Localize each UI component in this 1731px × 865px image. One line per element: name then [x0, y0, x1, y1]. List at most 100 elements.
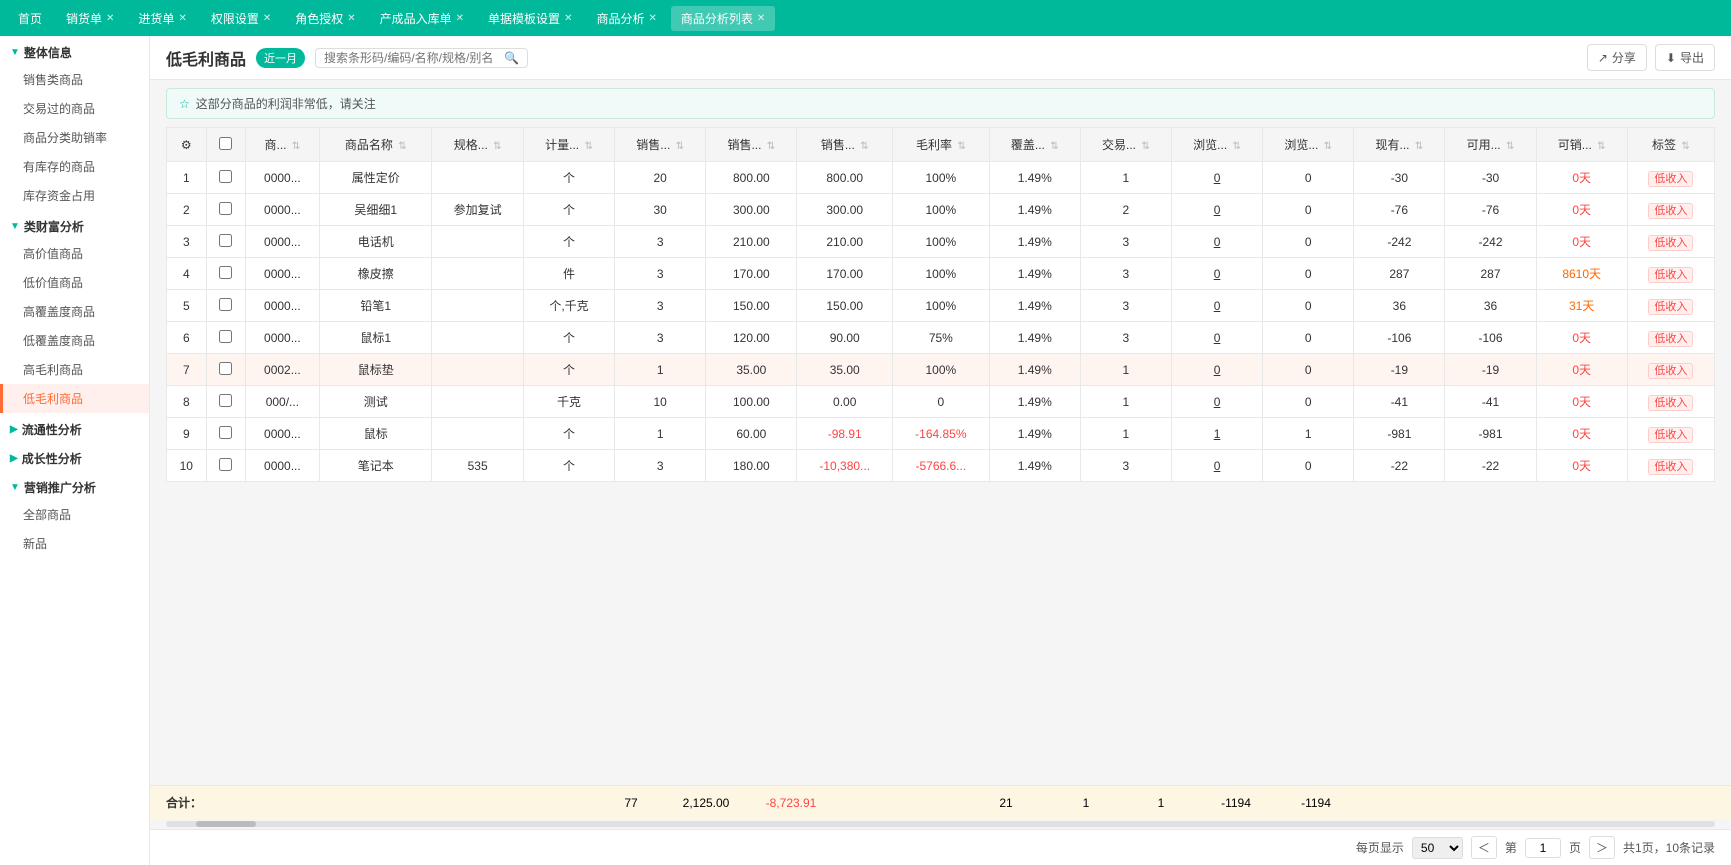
col-coverage[interactable]: 覆盖... ⇅ [989, 128, 1080, 162]
cell-transaction: 2 [1080, 194, 1171, 226]
sidebar-item-low-value[interactable]: 低价值商品 [0, 268, 149, 297]
cell-checkbox[interactable] [206, 354, 245, 386]
sidebar-section-marketing[interactable]: ▼ 营销推广分析 [0, 471, 149, 500]
cell-checkbox[interactable] [206, 450, 245, 482]
share-button[interactable]: ↗ 分享 [1587, 44, 1647, 71]
sidebar-section-wealth[interactable]: ▼ 类财富分析 [0, 210, 149, 239]
per-page-select[interactable]: 50 100 [1412, 837, 1463, 859]
cell-browse1[interactable]: 0 [1171, 226, 1262, 258]
col-checkbox[interactable] [206, 128, 245, 162]
col-spec[interactable]: 规格... ⇅ [432, 128, 524, 162]
cell-checkbox[interactable] [206, 162, 245, 194]
col-browse2[interactable]: 浏览... ⇅ [1263, 128, 1354, 162]
cell-checkbox[interactable] [206, 194, 245, 226]
cell-name: 鼠标1 [320, 322, 432, 354]
cell-code: 0000... [245, 450, 320, 482]
nav-role-auth-close[interactable]: ✕ [347, 13, 355, 24]
sidebar-item-all-goods[interactable]: 全部商品 [0, 500, 149, 529]
cell-checkbox[interactable] [206, 226, 245, 258]
nav-purchase-close[interactable]: ✕ [178, 13, 186, 24]
sidebar-section-growth[interactable]: ▶ 成长性分析 [0, 442, 149, 471]
sidebar-item-high-value[interactable]: 高价值商品 [0, 239, 149, 268]
next-page-button[interactable]: ＞ [1589, 836, 1615, 859]
sidebar-item-low-coverage[interactable]: 低覆盖度商品 [0, 326, 149, 355]
nav-sales[interactable]: 销货单 ✕ [56, 6, 124, 31]
cell-code: 0000... [245, 194, 320, 226]
cell-gross-margin: 100% [893, 226, 990, 258]
col-unit[interactable]: 计量... ⇅ [523, 128, 614, 162]
date-badge[interactable]: 近一月 [256, 48, 305, 68]
cell-checkbox[interactable] [206, 418, 245, 450]
sidebar-item-category-rate[interactable]: 商品分类助销率 [0, 123, 149, 152]
cell-browse1[interactable]: 0 [1171, 258, 1262, 290]
nav-permissions[interactable]: 权限设置 ✕ [201, 6, 281, 31]
col-settings[interactable]: ⚙ [167, 128, 207, 162]
sidebar-section-liquidity[interactable]: ▶ 流通性分析 [0, 413, 149, 442]
cell-browse1[interactable]: 0 [1171, 290, 1262, 322]
sidebar-item-high-margin[interactable]: 高毛利商品 [0, 355, 149, 384]
page-input[interactable] [1525, 838, 1561, 858]
cell-browse2: 0 [1263, 354, 1354, 386]
cell-browse1[interactable]: 1 [1171, 418, 1262, 450]
page-header: 低毛利商品 近一月 🔍 ↗ 分享 ⬇ 导出 [150, 36, 1731, 80]
col-sale-qty[interactable]: 销售... ⇅ [615, 128, 706, 162]
nav-analysis-list-close[interactable]: ✕ [757, 13, 765, 24]
sidebar-item-in-stock[interactable]: 有库存的商品 [0, 152, 149, 181]
cell-checkbox[interactable] [206, 386, 245, 418]
col-browse1[interactable]: 浏览... ⇅ [1171, 128, 1262, 162]
nav-sales-close[interactable]: ✕ [106, 13, 114, 24]
col-available[interactable]: 可用... ⇅ [1445, 128, 1536, 162]
cell-coverage: 1.49% [989, 450, 1080, 482]
nav-product-entry[interactable]: 产成品入库单 ✕ [370, 6, 474, 31]
nav-purchase[interactable]: 进货单 ✕ [128, 6, 196, 31]
select-all-checkbox[interactable] [219, 137, 232, 150]
cell-browse1[interactable]: 0 [1171, 354, 1262, 386]
col-gross-margin[interactable]: 毛利率 ⇅ [893, 128, 990, 162]
total-sale-qty: 77 [596, 796, 666, 810]
sidebar-item-inventory-funds[interactable]: 库存资金占用 [0, 181, 149, 210]
search-icon[interactable]: 🔍 [504, 51, 519, 65]
horizontal-scrollbar[interactable] [150, 819, 1731, 829]
cell-tag: 低收入 [1627, 354, 1714, 386]
cell-checkbox[interactable] [206, 258, 245, 290]
cell-checkbox[interactable] [206, 290, 245, 322]
scrollbar-thumb[interactable] [196, 821, 256, 827]
sidebar-item-new-goods[interactable]: 新品 [0, 529, 149, 558]
nav-template-close[interactable]: ✕ [564, 13, 572, 24]
col-sale-amount[interactable]: 销售... ⇅ [797, 128, 893, 162]
nav-permissions-close[interactable]: ✕ [263, 13, 271, 24]
col-sale-price[interactable]: 销售... ⇅ [706, 128, 797, 162]
nav-role-auth[interactable]: 角色授权 ✕ [285, 6, 365, 31]
cell-unit: 个,千克 [523, 290, 614, 322]
col-tag[interactable]: 标签 ⇅ [1627, 128, 1714, 162]
cell-browse1[interactable]: 0 [1171, 194, 1262, 226]
cell-browse1[interactable]: 0 [1171, 322, 1262, 354]
scrollbar-track [166, 821, 1715, 827]
sidebar-section-overall[interactable]: ▼ 整体信息 [0, 36, 149, 65]
col-current[interactable]: 现有... ⇅ [1354, 128, 1445, 162]
col-code[interactable]: 商... ⇅ [245, 128, 320, 162]
per-page-label: 每页显示 [1356, 839, 1404, 856]
sidebar-item-sales-goods[interactable]: 销售类商品 [0, 65, 149, 94]
nav-product-entry-close[interactable]: ✕ [456, 13, 464, 24]
search-input[interactable] [324, 51, 504, 65]
tag-badge: 低收入 [1648, 235, 1693, 251]
export-button[interactable]: ⬇ 导出 [1655, 44, 1715, 71]
cell-browse1[interactable]: 0 [1171, 162, 1262, 194]
nav-analysis-list[interactable]: 商品分析列表 ✕ [671, 6, 775, 31]
cell-browse1[interactable]: 0 [1171, 450, 1262, 482]
col-transaction[interactable]: 交易... ⇅ [1080, 128, 1171, 162]
sidebar-item-low-margin[interactable]: 低毛利商品 [0, 384, 149, 413]
nav-product-analysis-close[interactable]: ✕ [648, 13, 656, 24]
sidebar-item-high-coverage[interactable]: 高覆盖度商品 [0, 297, 149, 326]
cell-browse1[interactable]: 0 [1171, 386, 1262, 418]
nav-product-analysis[interactable]: 商品分析 ✕ [586, 6, 666, 31]
nav-template-settings[interactable]: 单据模板设置 ✕ [478, 6, 582, 31]
cell-checkbox[interactable] [206, 322, 245, 354]
col-name[interactable]: 商品名称 ⇅ [320, 128, 432, 162]
cell-sale-amount: 300.00 [797, 194, 893, 226]
prev-page-button[interactable]: ＜ [1471, 836, 1497, 859]
col-saleable[interactable]: 可销... ⇅ [1536, 128, 1627, 162]
nav-home[interactable]: 首页 [8, 6, 52, 31]
sidebar-item-traded-goods[interactable]: 交易过的商品 [0, 94, 149, 123]
